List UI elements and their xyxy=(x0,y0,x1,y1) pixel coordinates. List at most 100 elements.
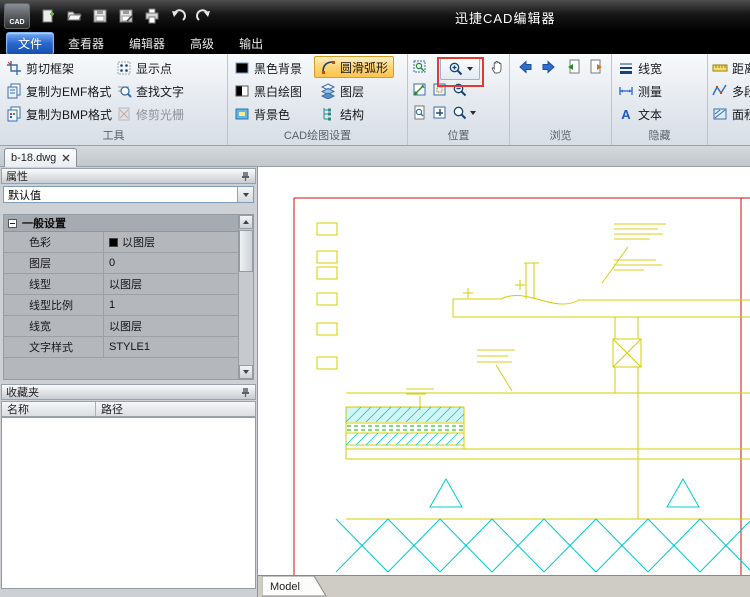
smooth-arc-icon xyxy=(322,61,335,74)
structure-lines xyxy=(345,262,750,520)
trim-raster-button[interactable]: 修剪光栅 xyxy=(116,104,184,124)
text-icon: A xyxy=(621,107,631,122)
redo-icon[interactable] xyxy=(191,4,217,28)
tab-advanced[interactable]: 高级 xyxy=(179,33,225,54)
text-tool-button[interactable]: A 文本 xyxy=(618,104,662,124)
left-panel: 属性 默认值 一般设置 色彩 以图层 图层 0 线型 以图层 线型比例 1 线宽… xyxy=(0,167,258,597)
find-text-button[interactable]: 查找文字 xyxy=(116,81,184,101)
favorites-list[interactable] xyxy=(1,417,256,589)
legend-boxes xyxy=(316,222,338,370)
copy-emf-icon xyxy=(7,83,21,99)
group-label-position: 位置 xyxy=(447,130,470,142)
tab-file[interactable]: 文件 xyxy=(6,31,55,55)
property-row-color[interactable]: 色彩 以图层 xyxy=(4,232,238,253)
pin-icon[interactable] xyxy=(240,171,251,182)
title-bar: CAD 迅捷CAD编辑器 xyxy=(0,0,750,32)
measure-icon xyxy=(619,87,633,95)
area-icon xyxy=(713,108,727,120)
line-width-button[interactable]: 线宽 xyxy=(618,58,662,78)
crop-frame-button[interactable]: 剪切框架 xyxy=(6,58,74,78)
ribbon-group-tools: 剪切框架 复制为EMF格式 复制为BMP格式 显示点 查找文字 修剪光栅 工具 xyxy=(0,54,228,145)
group-label-tools: 工具 xyxy=(102,130,125,142)
zoom-window-icon[interactable] xyxy=(412,59,428,75)
property-row-linetype-scale[interactable]: 线型比例 1 xyxy=(4,295,238,316)
pin-icon[interactable] xyxy=(240,387,251,398)
favorites-column-headers: 名称 路径 xyxy=(1,401,256,417)
tab-output[interactable]: 输出 xyxy=(228,33,274,54)
hatch-bands xyxy=(345,406,465,446)
tab-viewer[interactable]: 查看器 xyxy=(57,33,115,54)
open-file-icon[interactable] xyxy=(61,4,87,28)
model-tab-strip: Model xyxy=(258,575,750,597)
new-file-icon[interactable] xyxy=(35,4,61,28)
ribbon-group-hide: 线宽 测量 A 文本 隐藏 xyxy=(612,54,708,145)
tab-editor[interactable]: 编辑器 xyxy=(118,33,176,54)
save-as-icon[interactable] xyxy=(113,4,139,28)
property-preset-combobox[interactable]: 默认值 xyxy=(3,186,254,203)
black-background-icon xyxy=(235,62,249,74)
save-icon[interactable] xyxy=(87,4,113,28)
favorites-panel-header: 收藏夹 xyxy=(1,384,256,400)
layers-button[interactable]: 图层 xyxy=(320,81,364,101)
model-tab[interactable]: Model xyxy=(262,576,342,597)
distance-button[interactable]: 距离 xyxy=(712,58,750,78)
scrollbar-thumb[interactable] xyxy=(239,230,253,272)
crop-icon xyxy=(7,61,21,75)
forward-arrow-icon[interactable] xyxy=(540,59,556,75)
cad-drawing xyxy=(293,197,750,575)
property-grid: 一般设置 色彩 以图层 图层 0 线型 以图层 线型比例 1 线宽 以图层 文字… xyxy=(3,214,254,380)
structure-icon xyxy=(323,108,331,121)
trim-raster-icon xyxy=(118,107,130,121)
property-row-linetype[interactable]: 线型 以图层 xyxy=(4,274,238,295)
show-points-button[interactable]: 显示点 xyxy=(116,58,172,78)
zoom-scale-icon[interactable] xyxy=(432,105,448,121)
measure-button[interactable]: 测量 xyxy=(618,81,662,101)
undo-icon[interactable] xyxy=(165,4,191,28)
area-button[interactable]: 面积 xyxy=(712,104,750,124)
document-tab-active[interactable]: b-18.dwg xyxy=(4,148,78,167)
black-background-button[interactable]: 黑色背景 xyxy=(234,58,302,78)
property-group-header[interactable]: 一般设置 xyxy=(4,215,238,232)
copy-emf-button[interactable]: 复制为EMF格式 xyxy=(6,81,111,101)
scroll-up-button[interactable] xyxy=(239,215,253,229)
structure-button[interactable]: 结构 xyxy=(320,104,364,124)
combobox-dropdown-button[interactable] xyxy=(237,187,253,202)
zoom-page-icon[interactable] xyxy=(412,105,428,121)
group-label-cad-settings: CAD绘图设置 xyxy=(283,130,352,142)
bw-drawing-button[interactable]: 黑白绘图 xyxy=(234,81,302,101)
ribbon-group-browse: 浏览 xyxy=(510,54,612,145)
print-icon[interactable] xyxy=(139,4,165,28)
property-row-text-style[interactable]: 文字样式 STYLE1 xyxy=(4,337,238,358)
annotation-highlight-box xyxy=(437,57,484,87)
previous-view-icon[interactable] xyxy=(566,59,582,75)
collapse-icon[interactable] xyxy=(8,218,17,228)
property-grid-scrollbar[interactable] xyxy=(238,215,253,379)
document-tab-bar: b-18.dwg xyxy=(0,146,750,167)
drawing-canvas[interactable] xyxy=(258,167,750,575)
zoom-extents-icon[interactable] xyxy=(412,82,428,98)
app-logo-icon: CAD xyxy=(4,3,30,29)
scroll-down-button[interactable] xyxy=(239,365,253,379)
bw-drawing-icon xyxy=(235,85,249,97)
background-color-button[interactable]: 背景色 xyxy=(234,104,290,124)
next-view-icon[interactable] xyxy=(588,59,604,75)
find-text-icon xyxy=(118,86,132,98)
ribbon-group-cad-settings: 黑色背景 黑白绘图 背景色 圆滑弧形 图层 结构 CAD绘图设置 xyxy=(228,54,408,145)
copy-bmp-icon xyxy=(7,106,21,122)
back-arrow-icon[interactable] xyxy=(518,59,534,75)
column-header-path[interactable]: 路径 xyxy=(96,402,255,416)
menu-tab-row: 文件 查看器 编辑器 高级 输出 xyxy=(0,31,750,55)
pan-hand-icon[interactable] xyxy=(490,59,506,75)
property-row-lineweight[interactable]: 线宽 以图层 xyxy=(4,316,238,337)
column-header-name[interactable]: 名称 xyxy=(2,402,96,416)
copy-bmp-button[interactable]: 复制为BMP格式 xyxy=(6,104,112,124)
properties-panel-header: 属性 xyxy=(1,168,256,184)
property-row-layer[interactable]: 图层 0 xyxy=(4,253,238,274)
zoom-fit-dropdown[interactable] xyxy=(452,105,476,121)
layers-icon xyxy=(320,83,336,99)
smooth-arc-button[interactable]: 圆滑弧形 xyxy=(314,56,395,78)
line-width-icon xyxy=(620,63,632,74)
app-title: 迅捷CAD编辑器 xyxy=(455,11,556,26)
polyline-button[interactable]: 多段 xyxy=(712,81,750,101)
close-tab-icon[interactable] xyxy=(62,154,70,162)
